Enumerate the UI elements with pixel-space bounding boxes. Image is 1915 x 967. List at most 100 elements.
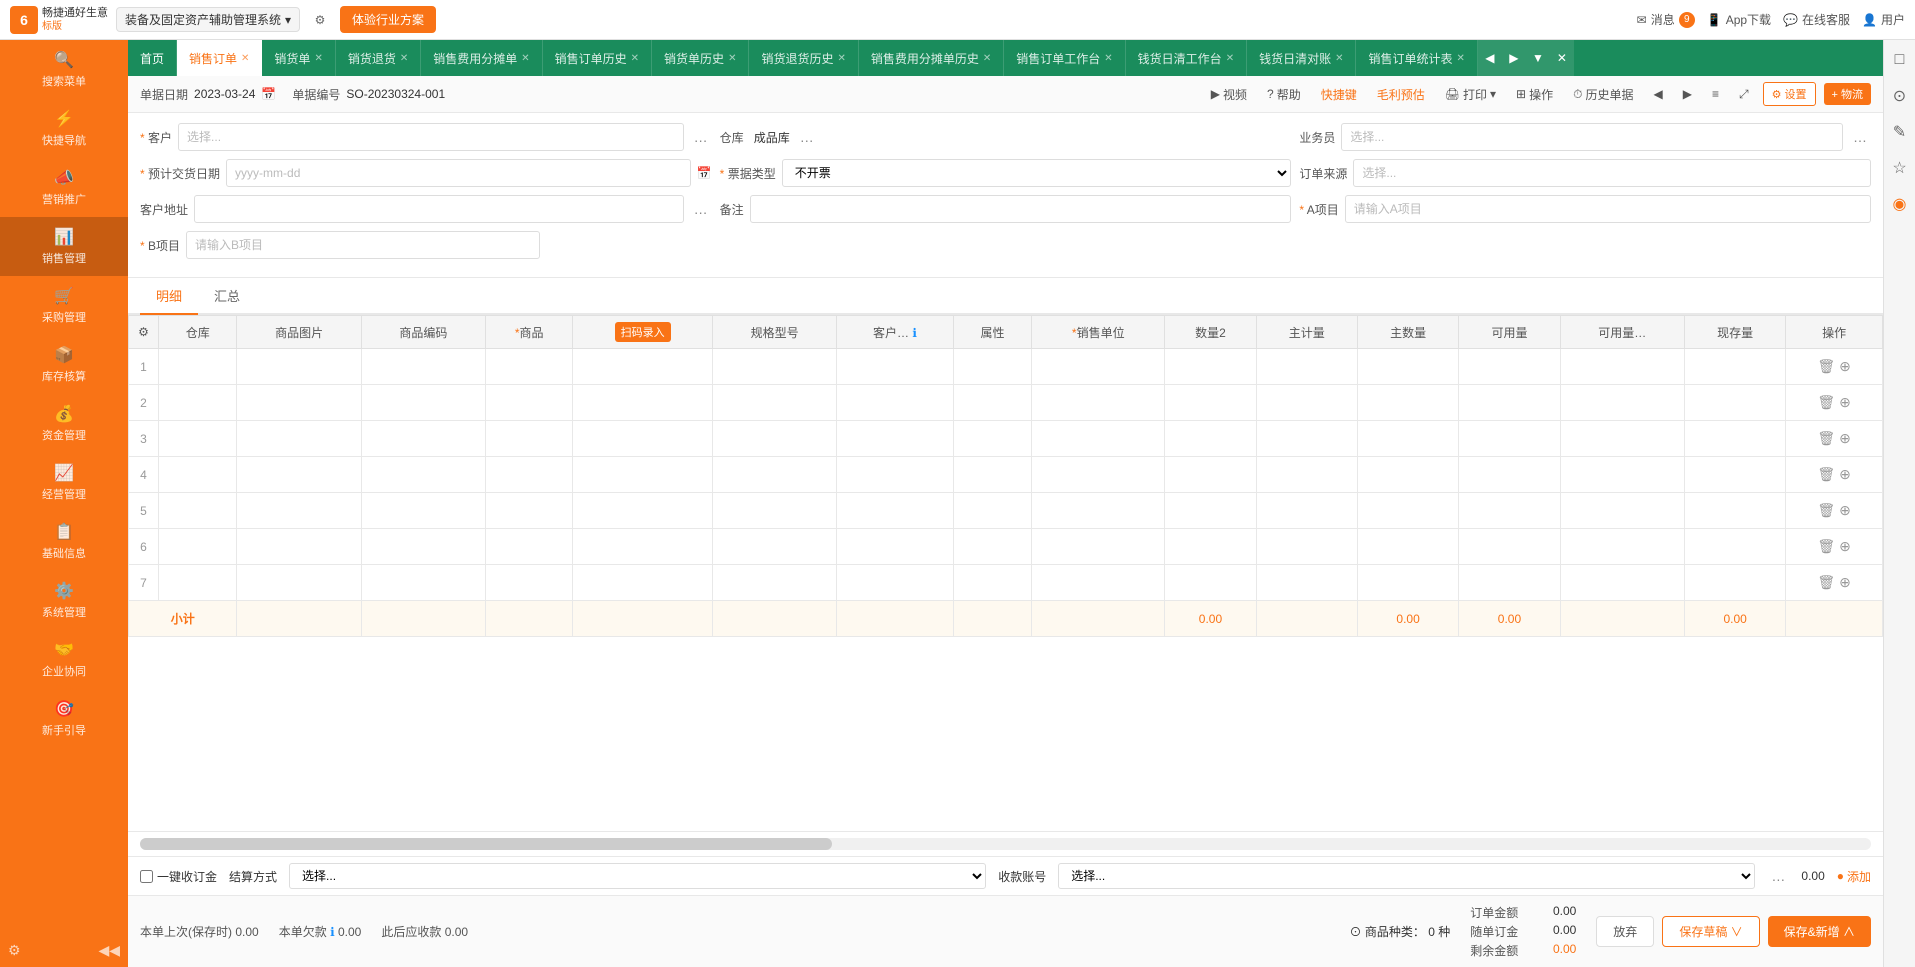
nav-next-btn[interactable]: ▶ xyxy=(1677,85,1698,103)
delete-row-icon[interactable]: 🗑 xyxy=(1817,466,1835,483)
right-panel-icon-3[interactable]: ✎ xyxy=(1888,120,1912,144)
help-btn[interactable]: ? 帮助 xyxy=(1261,84,1307,105)
layout-btn[interactable]: ≡ xyxy=(1706,85,1725,103)
copy-row-icon[interactable]: ⊕ xyxy=(1839,502,1851,519)
profit-btn[interactable]: 毛利预估 xyxy=(1371,84,1431,105)
sidebar-item-finance[interactable]: 💰 资金管理 xyxy=(0,394,128,453)
customer-input[interactable] xyxy=(178,123,684,151)
discard-button[interactable]: 放弃 xyxy=(1596,916,1654,947)
sidebar-item-enterprise[interactable]: 🤝 企业协同 xyxy=(0,630,128,689)
cell-main-qty[interactable] xyxy=(1357,349,1458,385)
order-source-input[interactable] xyxy=(1353,159,1871,187)
note-input[interactable] xyxy=(750,195,1292,223)
copy-row-icon[interactable]: ⊕ xyxy=(1839,538,1851,555)
delete-row-icon[interactable]: 🗑 xyxy=(1817,502,1835,519)
tab-nav-prev[interactable]: ◀ xyxy=(1478,40,1502,76)
cell-product[interactable] xyxy=(486,349,573,385)
sidebar-item-system[interactable]: ⚙️ 系统管理 xyxy=(0,571,128,630)
history-btn[interactable]: ⏱ 历史单据 xyxy=(1567,84,1639,105)
calendar-icon[interactable]: 📅 xyxy=(261,87,276,101)
account-ellipsis-icon[interactable]: … xyxy=(1767,868,1789,884)
tab-close-icon[interactable]: ✕ xyxy=(1457,53,1465,64)
tab-return-history[interactable]: 销货退货历史 ✕ xyxy=(749,40,858,76)
shortcut-btn[interactable]: 快捷键 xyxy=(1315,84,1363,105)
sidebar-item-search[interactable]: 🔍 搜索菜单 xyxy=(0,40,128,99)
th-settings[interactable]: ⚙ xyxy=(129,316,159,349)
tab-close-icon[interactable]: ✕ xyxy=(400,53,408,64)
sidebar-collapse-icon[interactable]: ◀◀ xyxy=(98,942,120,959)
tab-order-workbench[interactable]: 销售订单工作台 ✕ xyxy=(1004,40,1125,76)
tab-close-icon[interactable]: ✕ xyxy=(314,53,322,64)
sidebar-item-operations[interactable]: 📈 经营管理 xyxy=(0,453,128,512)
tab-sales-bill-history[interactable]: 销货单历史 ✕ xyxy=(652,40,749,76)
add-payment-button[interactable]: ● 添加 xyxy=(1837,868,1871,885)
tab-sales-order[interactable]: 销售订单 ✕ xyxy=(177,40,262,76)
view-btn[interactable]: ▶ 视频 xyxy=(1205,84,1253,105)
tab-expense-history[interactable]: 销售费用分摊单历史 ✕ xyxy=(859,40,1004,76)
right-panel-icon-5[interactable]: ◉ xyxy=(1888,192,1912,216)
tab-sales-expense[interactable]: 销售费用分摊单 ✕ xyxy=(421,40,542,76)
one-click-checkbox[interactable] xyxy=(140,870,153,883)
sidebar-settings-icon[interactable]: ⚙ xyxy=(8,942,21,959)
customer-ellipsis-icon[interactable]: … xyxy=(690,129,712,145)
cell-warehouse[interactable] xyxy=(159,349,237,385)
operations-btn[interactable]: ⊞ 操作 xyxy=(1510,84,1559,105)
user-button[interactable]: 👤 用户 xyxy=(1862,11,1905,28)
delete-row-icon[interactable]: 🗑 xyxy=(1817,430,1835,447)
online-service-button[interactable]: 💬 在线客服 xyxy=(1783,11,1850,28)
tab-sales-order-history[interactable]: 销售订单历史 ✕ xyxy=(543,40,652,76)
delivery-calendar-icon[interactable]: 📅 xyxy=(697,166,712,180)
delete-row-icon[interactable]: 🗑 xyxy=(1817,394,1835,411)
address-input[interactable] xyxy=(194,195,684,223)
tab-close-icon[interactable]: ✕ xyxy=(1104,53,1112,64)
cell-spec[interactable] xyxy=(712,349,836,385)
tab-sales-bill[interactable]: 销货单 ✕ xyxy=(262,40,335,76)
right-panel-icon-1[interactable]: □ xyxy=(1888,48,1912,72)
delete-row-icon[interactable]: 🗑 xyxy=(1817,574,1835,591)
sidebar-item-basic-info[interactable]: 📋 基础信息 xyxy=(0,512,128,571)
tab-daily-reconcile[interactable]: 钱货日清对账 ✕ xyxy=(1247,40,1356,76)
b-project-input[interactable] xyxy=(186,231,540,259)
delivery-date-input[interactable] xyxy=(226,159,691,187)
print-btn[interactable]: 🖨 打印 ▾ xyxy=(1439,84,1502,105)
copy-row-icon[interactable]: ⊕ xyxy=(1839,466,1851,483)
tab-close-icon[interactable]: ✕ xyxy=(983,53,991,64)
message-button[interactable]: ✉ 消息 9 xyxy=(1637,11,1695,28)
tab-close-icon[interactable]: ✕ xyxy=(241,53,249,64)
cell-attr[interactable] xyxy=(953,349,1031,385)
cell-unit[interactable] xyxy=(1032,349,1165,385)
tab-close-icon[interactable]: ✕ xyxy=(1335,53,1343,64)
delete-row-icon[interactable]: 🗑 xyxy=(1817,358,1835,375)
expand-btn[interactable]: ⤢ xyxy=(1733,85,1755,104)
sidebar-item-quick-nav[interactable]: ⚡ 快捷导航 xyxy=(0,99,128,158)
tab-close-icon[interactable]: ✕ xyxy=(1226,53,1234,64)
sidebar-item-inventory[interactable]: 📦 库存核算 xyxy=(0,335,128,394)
copy-row-icon[interactable]: ⊕ xyxy=(1839,430,1851,447)
solution-button[interactable]: 体验行业方案 xyxy=(340,6,436,33)
tab-detail[interactable]: 明细 xyxy=(140,278,198,315)
save-new-button[interactable]: 保存&新增 ∧ xyxy=(1768,916,1871,947)
tab-nav-close[interactable]: ✕ xyxy=(1550,40,1574,76)
delete-row-icon[interactable]: 🗑 xyxy=(1817,538,1835,555)
app-download-button[interactable]: 📱 App下载 xyxy=(1707,11,1771,28)
salesperson-ellipsis-icon[interactable]: … xyxy=(1849,129,1871,145)
tab-home[interactable]: 首页 xyxy=(128,40,177,76)
tab-summary[interactable]: 汇总 xyxy=(198,278,256,315)
tab-close-icon[interactable]: ✕ xyxy=(521,53,529,64)
th-scan[interactable]: 扫码录入 xyxy=(573,316,713,349)
tab-daily-workbench[interactable]: 钱货日清工作台 ✕ xyxy=(1126,40,1247,76)
right-panel-icon-4[interactable]: ☆ xyxy=(1888,156,1912,180)
invoice-type-select[interactable]: 不开票 xyxy=(782,159,1292,187)
tab-nav-next[interactable]: ▶ xyxy=(1502,40,1526,76)
copy-row-icon[interactable]: ⊕ xyxy=(1839,358,1851,375)
sidebar-item-sales[interactable]: 📊 销售管理 xyxy=(0,217,128,276)
salesperson-input[interactable] xyxy=(1341,123,1843,151)
save-draft-button[interactable]: 保存草稿 ∨ xyxy=(1662,916,1759,947)
address-ellipsis-icon[interactable]: … xyxy=(690,201,712,217)
tab-sales-return[interactable]: 销货退货 ✕ xyxy=(336,40,421,76)
tab-nav-menu[interactable]: ▼ xyxy=(1526,40,1550,76)
warehouse-ellipsis-icon[interactable]: … xyxy=(796,129,818,145)
nav-prev-btn[interactable]: ◀ xyxy=(1648,85,1669,103)
copy-row-icon[interactable]: ⊕ xyxy=(1839,574,1851,591)
system-selector[interactable]: 装备及固定资产辅助管理系统 ▾ xyxy=(116,7,300,32)
